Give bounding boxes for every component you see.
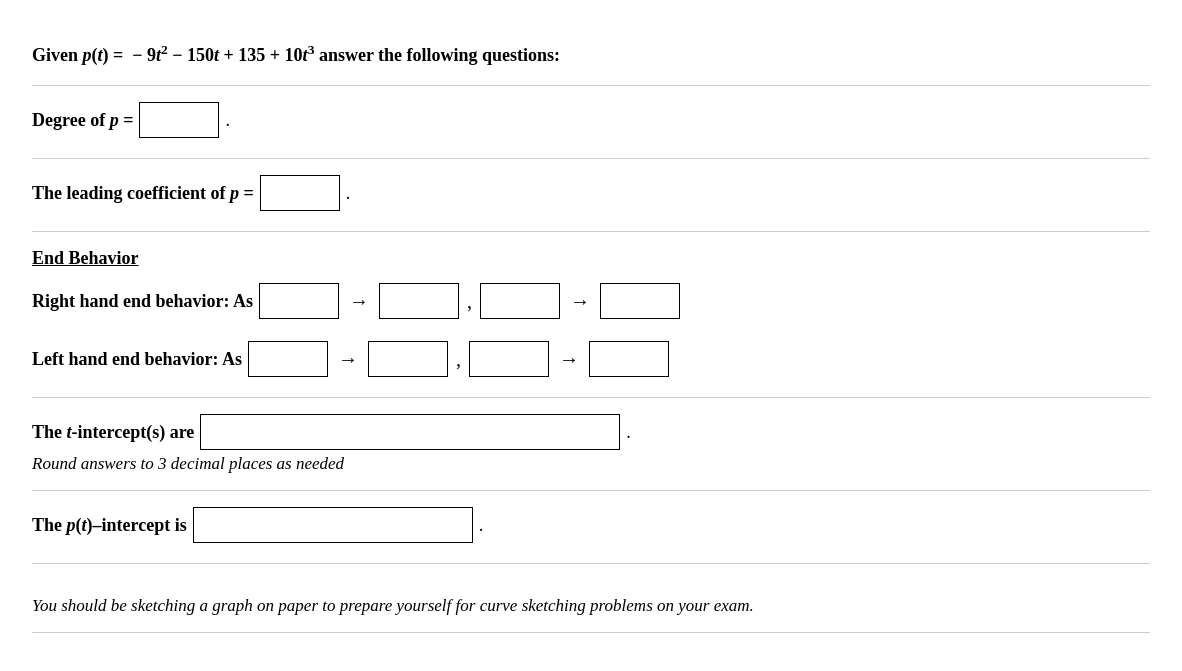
pt-intercept-row: The p(t)–intercept is .: [32, 507, 1150, 543]
header-section: Given p(t) = − 9t2 − 150t + 135 + 10t3 a…: [32, 24, 1150, 86]
right-as2-input[interactable]: [480, 283, 560, 319]
footer-section: You should be sketching a graph on paper…: [32, 564, 1150, 633]
end-behavior-title: End Behavior: [32, 248, 1150, 269]
left-arrow2-icon: →: [559, 348, 579, 371]
t-intercept-input[interactable]: [200, 414, 620, 450]
right-as-input[interactable]: [259, 283, 339, 319]
degree-period: .: [225, 110, 230, 131]
pt-intercept-section: The p(t)–intercept is .: [32, 491, 1150, 564]
pt-intercept-label: The p(t)–intercept is: [32, 515, 187, 536]
degree-input[interactable]: [139, 102, 219, 138]
t-intercept-section: The t-intercept(s) are . Round answers t…: [32, 398, 1150, 491]
left-hand-label: Left hand end behavior: As: [32, 349, 242, 370]
left-comma: ,: [456, 348, 461, 371]
leading-coefficient-input[interactable]: [260, 175, 340, 211]
given-label: Given p(t) = − 9t2 − 150t + 135 + 10t3 a…: [32, 40, 560, 69]
leading-coefficient-label: The leading coefficient of p =: [32, 183, 254, 204]
left-result1-input[interactable]: [368, 341, 448, 377]
pt-intercept-input[interactable]: [193, 507, 473, 543]
right-result1-input[interactable]: [379, 283, 459, 319]
t-intercept-period: .: [626, 422, 631, 443]
t-intercept-note: Round answers to 3 decimal places as nee…: [32, 454, 1150, 474]
pt-intercept-period: .: [479, 515, 484, 536]
leading-coefficient-period: .: [346, 183, 351, 204]
given-equation: Given p(t) = − 9t2 − 150t + 135 + 10t3 a…: [32, 40, 1150, 69]
leading-coefficient-section: The leading coefficient of p = .: [32, 159, 1150, 232]
footer-note: You should be sketching a graph on paper…: [32, 588, 1150, 616]
t-intercept-row: The t-intercept(s) are .: [32, 414, 1150, 450]
left-as2-input[interactable]: [469, 341, 549, 377]
left-as-input[interactable]: [248, 341, 328, 377]
degree-row: Degree of p = .: [32, 102, 1150, 138]
degree-section: Degree of p = .: [32, 86, 1150, 159]
right-result2-input[interactable]: [600, 283, 680, 319]
degree-label: Degree of p =: [32, 110, 133, 131]
t-intercept-label: The t-intercept(s) are: [32, 422, 194, 443]
right-comma: ,: [467, 290, 472, 313]
left-hand-row: Left hand end behavior: As → , →: [32, 341, 1150, 377]
leading-coefficient-row: The leading coefficient of p = .: [32, 175, 1150, 211]
left-arrow1-icon: →: [338, 348, 358, 371]
right-arrow2-icon: →: [570, 290, 590, 313]
right-arrow1-icon: →: [349, 290, 369, 313]
left-result2-input[interactable]: [589, 341, 669, 377]
right-hand-label: Right hand end behavior: As: [32, 291, 253, 312]
right-hand-row: Right hand end behavior: As → , →: [32, 283, 1150, 319]
end-behavior-section: End Behavior Right hand end behavior: As…: [32, 232, 1150, 398]
